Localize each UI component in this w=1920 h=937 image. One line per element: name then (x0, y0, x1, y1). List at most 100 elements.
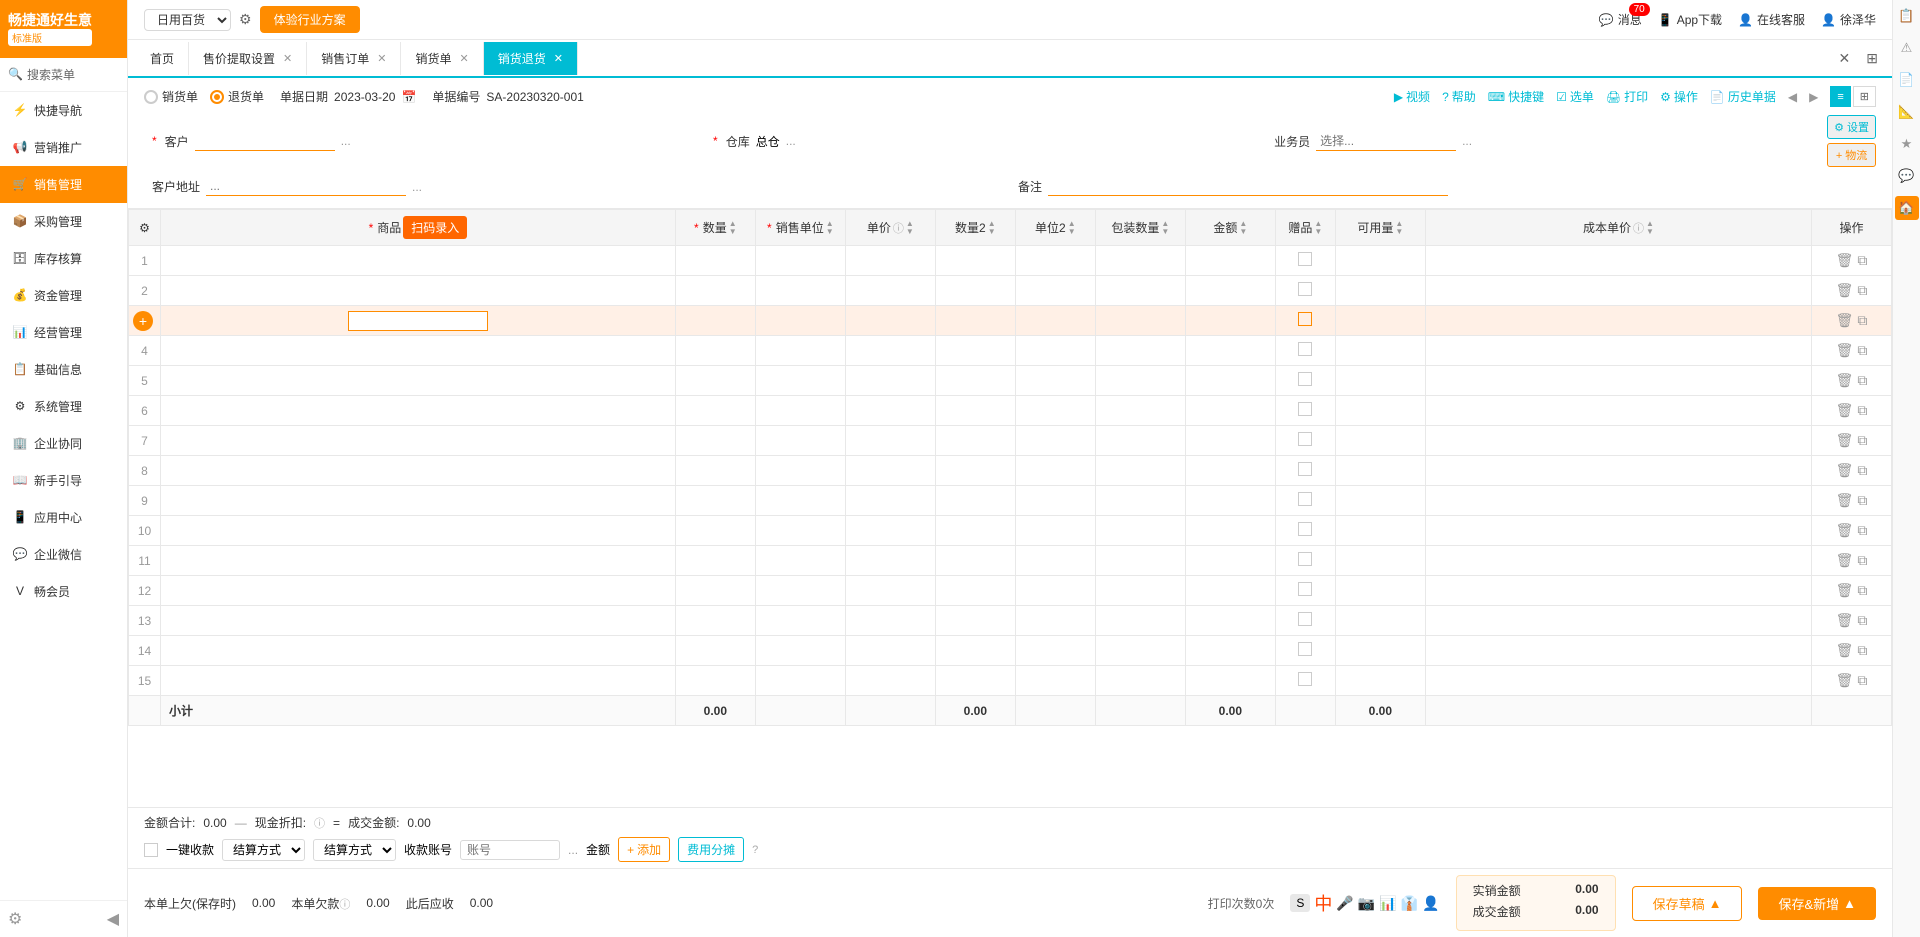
debt-info-icon[interactable]: ⓘ (339, 899, 350, 911)
cost-price-cell[interactable] (1425, 306, 1811, 336)
tab-close-icon[interactable]: ✕ (554, 52, 563, 65)
prev-doc-icon[interactable]: ◀ (1788, 90, 1797, 104)
gift-checkbox[interactable] (1298, 432, 1312, 446)
copy-row-icon[interactable]: ⧉ (1857, 492, 1867, 509)
staff-input[interactable] (1316, 132, 1456, 151)
qty2-cell[interactable] (935, 246, 1015, 276)
gift-checkbox[interactable] (1298, 492, 1312, 506)
sidebar-item-purchase[interactable]: 📦 采购管理 (0, 203, 127, 240)
amount-cell[interactable] (1185, 306, 1275, 336)
unit-price-cell[interactable] (845, 246, 935, 276)
delete-row-icon[interactable]: 🗑 (1836, 582, 1854, 599)
one-key-pay-checkbox[interactable] (144, 843, 158, 857)
available-cell[interactable] (1335, 246, 1425, 276)
sidebar-item-sales[interactable]: 🛒 销售管理 (0, 166, 127, 203)
sales-unit-cell[interactable] (755, 276, 845, 306)
mic-icon[interactable]: 🎤 (1336, 895, 1353, 912)
shortcut-btn[interactable]: ⌨ 快捷键 (1488, 88, 1544, 105)
delete-row-icon[interactable]: 🗑 (1836, 372, 1854, 389)
warehouse-select-icon[interactable]: ... (786, 134, 796, 148)
message-center[interactable]: 💬 消息 70 (1599, 11, 1642, 28)
settlement-select[interactable]: 结算方式 (222, 839, 305, 861)
unit2-cell[interactable] (1015, 306, 1095, 336)
gift-cell[interactable] (1275, 246, 1335, 276)
unit-price-cell[interactable] (845, 276, 935, 306)
copy-row-icon[interactable]: ⧉ (1857, 552, 1867, 569)
copy-row-icon[interactable]: ⧉ (1857, 642, 1867, 659)
delete-row-icon[interactable]: 🗑 (1836, 492, 1854, 509)
settings-icon[interactable]: ⚙ (8, 909, 22, 929)
delete-row-icon[interactable]: 🗑 (1836, 342, 1854, 359)
quantity-cell[interactable] (675, 246, 755, 276)
sidebar-item-wechat[interactable]: 💬 企业微信 (0, 536, 127, 573)
tab-close-icon[interactable]: ✕ (377, 52, 386, 65)
pack-qty-cell[interactable] (1095, 276, 1185, 306)
delete-row-icon[interactable]: 🗑 (1836, 312, 1854, 329)
delete-row-icon[interactable]: 🗑 (1836, 462, 1854, 479)
gift-checkbox[interactable] (1298, 342, 1312, 356)
address-input[interactable] (206, 177, 406, 196)
tab-sales[interactable]: 销货单 ✕ (401, 42, 483, 75)
available-cell[interactable] (1335, 276, 1425, 306)
qty2-cell[interactable] (935, 276, 1015, 306)
chart-icon[interactable]: 📊 (1379, 895, 1396, 912)
side-icon-5[interactable]: ★ (1895, 132, 1919, 156)
copy-row-icon[interactable]: ⧉ (1857, 462, 1867, 479)
quantity-cell[interactable] (675, 276, 755, 306)
sidebar-item-basic[interactable]: 📋 基础信息 (0, 351, 127, 388)
add-row-btn[interactable]: + (133, 311, 153, 331)
save-new-btn[interactable]: 保存&新增 ▲ (1758, 887, 1876, 920)
radio-return[interactable]: 退货单 (210, 88, 264, 105)
unit-price-info-icon[interactable]: ⓘ (893, 220, 904, 236)
unit-price-cell[interactable] (845, 306, 935, 336)
table-container[interactable]: ⚙ * 商品 扫码录入 * (128, 209, 1892, 807)
copy-row-icon[interactable]: ⧉ (1857, 252, 1867, 269)
settings-btn[interactable]: ⚙ 设置 (1827, 115, 1876, 139)
list-view-btn[interactable]: ⊞ (1853, 86, 1876, 107)
copy-row-icon[interactable]: ⧉ (1857, 312, 1867, 329)
sales-unit-cell[interactable] (755, 246, 845, 276)
sidebar-item-apps[interactable]: 📱 应用中心 (0, 499, 127, 536)
sidebar-item-inventory[interactable]: 🗄 库存核算 (0, 240, 127, 277)
scan-input-btn[interactable]: 扫码录入 (403, 216, 467, 239)
save-draft-btn[interactable]: 保存草稿 ▲ (1632, 886, 1743, 921)
camera-icon[interactable]: 📷 (1358, 895, 1375, 912)
industry-select[interactable]: 日用百货 (144, 9, 231, 31)
copy-row-icon[interactable]: ⧉ (1857, 672, 1867, 689)
address-select-icon[interactable]: ... (412, 180, 422, 194)
pack-qty-cell[interactable] (1095, 246, 1185, 276)
gift-checkbox[interactable] (1298, 312, 1312, 326)
copy-row-icon[interactable]: ⧉ (1857, 402, 1867, 419)
select-order-btn[interactable]: ☑ 选单 (1556, 88, 1594, 105)
sidebar-item-finance[interactable]: 💰 资金管理 (0, 277, 127, 314)
gift-checkbox[interactable] (1298, 282, 1312, 296)
delete-row-icon[interactable]: 🗑 (1836, 612, 1854, 629)
account-select-icon[interactable]: ... (568, 843, 578, 857)
sidebar-item-marketing[interactable]: 📢 营销推广 (0, 129, 127, 166)
side-icon-1[interactable]: 📋 (1895, 4, 1919, 28)
tab-close-icon[interactable]: ✕ (283, 52, 292, 65)
sidebar-item-operations[interactable]: 📊 经营管理 (0, 314, 127, 351)
pack-qty-cell[interactable] (1095, 306, 1185, 336)
side-icon-7[interactable]: 🏠 (1895, 196, 1919, 220)
sidebar-item-enterprise[interactable]: 🏢 企业协同 (0, 425, 127, 462)
radio-sales[interactable]: 销货单 (144, 88, 198, 105)
tab-sales-return[interactable]: 销货退货 ✕ (484, 42, 578, 75)
gift-checkbox[interactable] (1298, 582, 1312, 596)
delete-row-icon[interactable]: 🗑 (1836, 552, 1854, 569)
gift-cell[interactable] (1275, 306, 1335, 336)
gift-checkbox[interactable] (1298, 612, 1312, 626)
side-icon-6[interactable]: 💬 (1895, 164, 1919, 188)
product-input-cell[interactable] (161, 306, 676, 336)
next-doc-icon[interactable]: ▶ (1809, 90, 1818, 104)
side-icon-2[interactable]: ⚠ (1895, 36, 1919, 60)
calendar-icon[interactable]: 📅 (401, 90, 416, 104)
person-icon[interactable]: 👤 (1422, 895, 1439, 912)
user-profile[interactable]: 👤 徐泽华 (1821, 11, 1876, 28)
grid-view-btn[interactable]: ≡ (1830, 86, 1850, 107)
amount-cell[interactable] (1185, 276, 1275, 306)
delete-row-icon[interactable]: 🗑 (1836, 642, 1854, 659)
gift-checkbox[interactable] (1298, 642, 1312, 656)
product-input[interactable] (348, 311, 488, 331)
sidebar-item-guide[interactable]: 📖 新手引导 (0, 462, 127, 499)
